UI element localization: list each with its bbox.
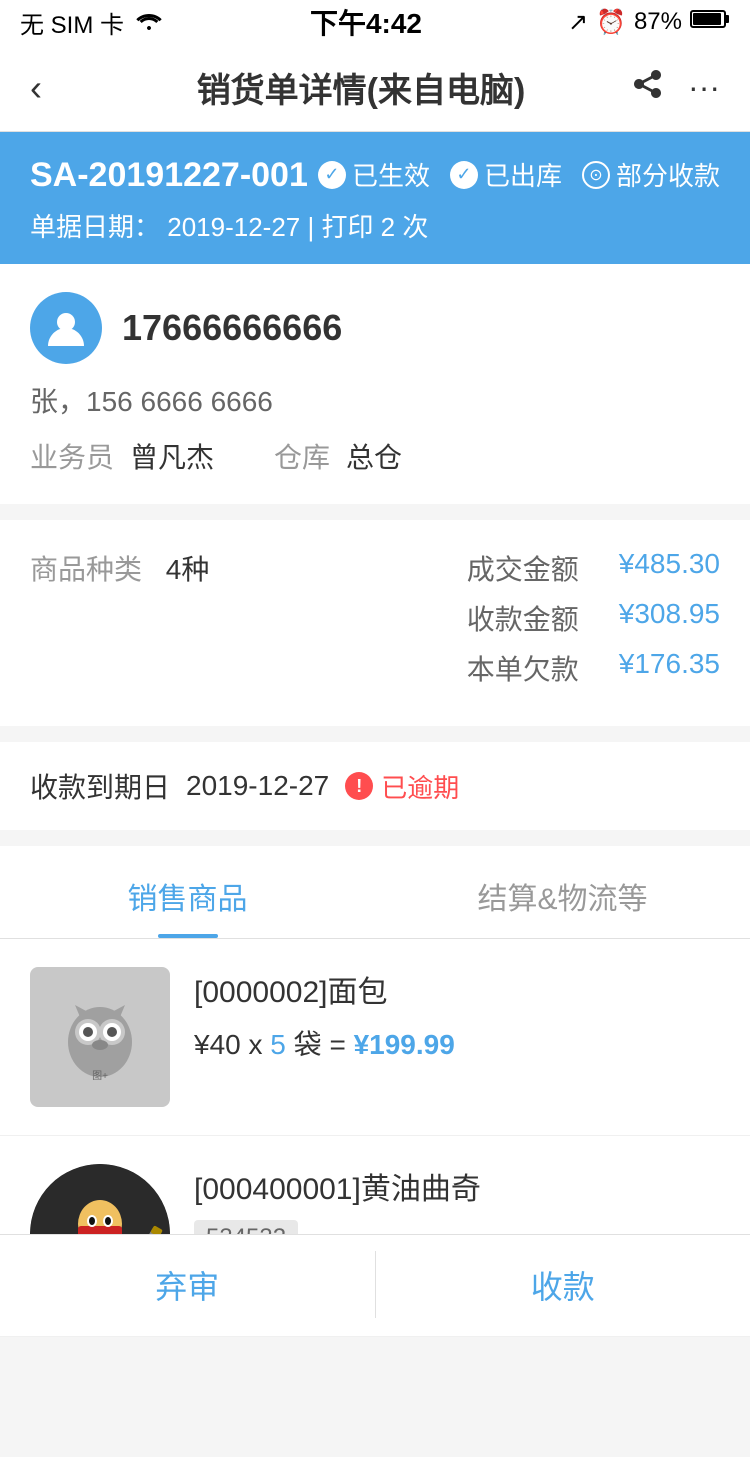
stats-row: 商品种类 4种 成交金额 ¥485.30 收款金额 ¥308.95 本单欠款 ¥… <box>30 548 720 698</box>
wifi-icon <box>134 8 164 37</box>
status-bar-left: 无 SIM 卡 <box>20 5 164 40</box>
status-tags: ✓ 已生效 ✓ 已出库 ⊙ 部分收款 <box>318 156 720 193</box>
location-icon: ↗ <box>568 8 588 37</box>
customer-row: 17666666666 <box>30 292 720 364</box>
customer-section: 17666666666 张，156 6666 6666 业务员 曾凡杰 仓库 总… <box>0 264 750 504</box>
status-bar-time: 下午4:42 <box>310 2 422 42</box>
nav-bar: ‹ 销货单详情(来自电脑) ··· <box>0 44 750 132</box>
product-image-1: 图+ <box>30 967 170 1107</box>
product-kinds: 商品种类 4种 <box>30 548 209 588</box>
tab-sales[interactable]: 销售商品 <box>0 846 375 938</box>
cancel-button[interactable]: 弃审 <box>0 1235 375 1334</box>
battery-level: 87% <box>634 8 682 36</box>
battery-icon <box>690 8 730 36</box>
status-partial-payment: ⊙ 部分收款 <box>582 156 720 193</box>
received-amount-line: 收款金额 ¥308.95 <box>467 598 720 638</box>
staff-label: 业务员 <box>30 436 114 476</box>
sim-status: 无 SIM 卡 <box>20 5 124 40</box>
order-header: SA-20191227-001 ✓ 已生效 ✓ 已出库 ⊙ 部分收款 单据日期：… <box>0 132 750 264</box>
overdue-text: 已逾期 <box>381 768 459 805</box>
warehouse-value: 总仓 <box>346 436 402 476</box>
customer-meta: 业务员 曾凡杰 仓库 总仓 <box>30 436 720 476</box>
clock-icon: ⊙ <box>582 161 610 189</box>
confirm-button[interactable]: 收款 <box>376 1235 750 1334</box>
more-icon[interactable]: ··· <box>688 69 720 106</box>
debt-amount-line: 本单欠款 ¥176.35 <box>467 648 720 688</box>
status-bar: 无 SIM 卡 下午4:42 ↗ ⏰ 87% <box>0 0 750 44</box>
svg-text:图+: 图+ <box>92 1070 108 1082</box>
nav-actions: ··· <box>632 68 720 108</box>
page-title: 销货单详情(来自电脑) <box>197 63 526 112</box>
customer-name: 17666666666 <box>122 307 342 349</box>
warehouse-info: 仓库 总仓 <box>274 436 402 476</box>
status-effective: ✓ 已生效 <box>318 156 430 193</box>
product-item: 图+ [0000002]面包 ¥40 x 5 袋 = ¥199.99 <box>0 939 750 1136</box>
stats-section: 商品种类 4种 成交金额 ¥485.30 收款金额 ¥308.95 本单欠款 ¥… <box>0 520 750 726</box>
alarm-icon: ⏰ <box>596 8 626 37</box>
overdue-icon: ! <box>345 772 373 800</box>
overdue-badge: ! 已逾期 <box>345 768 459 805</box>
order-id: SA-20191227-001 <box>30 156 308 195</box>
product-info-1: [0000002]面包 ¥40 x 5 袋 = ¥199.99 <box>194 967 720 1107</box>
tab-settlement[interactable]: 结算&物流等 <box>375 846 750 938</box>
financial-stats: 成交金额 ¥485.30 收款金额 ¥308.95 本单欠款 ¥176.35 <box>467 548 720 698</box>
staff-info: 业务员 曾凡杰 <box>30 436 214 476</box>
bottom-bar: 弃审 收款 <box>0 1234 750 1334</box>
status-bar-right: ↗ ⏰ 87% <box>568 8 730 37</box>
avatar <box>30 292 102 364</box>
check-icon-2: ✓ <box>450 161 478 189</box>
status-shipped: ✓ 已出库 <box>450 156 562 193</box>
due-date-value: 2019-12-27 <box>186 770 329 802</box>
due-date-section: 收款到期日 2019-12-27 ! 已逾期 <box>0 742 750 830</box>
customer-sub: 张，156 6666 6666 <box>30 380 720 420</box>
warehouse-label: 仓库 <box>274 436 330 476</box>
check-icon-1: ✓ <box>318 161 346 189</box>
product-name-2: [000400001]黄油曲奇 <box>194 1164 720 1208</box>
product-name-1: [0000002]面包 <box>194 967 720 1011</box>
order-date-row: 单据日期： 2019-12-27 | 打印 2 次 <box>30 207 720 244</box>
due-date-label: 收款到期日 <box>30 766 170 806</box>
staff-value: 曾凡杰 <box>130 436 214 476</box>
product-price-1: ¥40 x 5 袋 = ¥199.99 <box>194 1023 720 1063</box>
total-amount-line: 成交金额 ¥485.30 <box>467 548 720 588</box>
share-icon[interactable] <box>632 68 664 108</box>
back-button[interactable]: ‹ <box>30 67 90 109</box>
tabs: 销售商品 结算&物流等 <box>0 846 750 939</box>
